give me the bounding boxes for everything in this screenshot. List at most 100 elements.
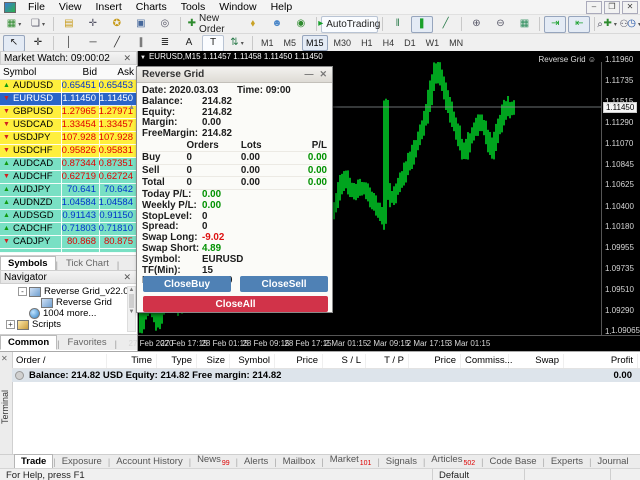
market-watch-row-usdchf[interactable]: ▼ USDCHF 0.95826 0.95831 [0,145,137,158]
horizontal-line-button[interactable]: ─ [82,35,104,52]
data-window-toggle[interactable]: ✛ [82,16,104,33]
navigator-item-1004-more[interactable]: 1004 more... [0,308,137,319]
zoom-in-button[interactable]: ⊕ [465,16,487,33]
autotrading-button[interactable]: ▸ AutoTrading [318,15,380,33]
menu-item-window[interactable]: Window [212,0,263,14]
line-chart-button[interactable]: ╱ [435,16,457,33]
arrows-button[interactable]: ⇅ ▾ [226,35,248,52]
terminal-tab-mailbox[interactable]: Mailbox [277,455,322,468]
new-order-button[interactable]: ✚ New Order [185,13,240,35]
close-sell-button[interactable]: CloseSell [240,276,328,292]
timeframe-w1[interactable]: W1 [422,35,444,51]
vertical-line-button[interactable]: │ [58,35,80,52]
navigator-scrollbar[interactable]: ▲ ▼ [127,286,136,332]
terminal-tab-code-base[interactable]: Code Base [483,455,542,468]
close-buy-button[interactable]: CloseBuy [143,276,231,292]
terminal-close-icon[interactable]: ✕ [1,354,8,363]
collapse-icon[interactable]: - [18,287,27,296]
column-header-symbol[interactable]: Symbol [0,67,62,78]
terminal-tab-journal[interactable]: Journal [591,455,634,468]
terminal-tab-alerts[interactable]: Alerts [238,455,274,468]
terminal-tab-signals[interactable]: Signals [380,455,423,468]
timeframe-m1[interactable]: M1 [257,35,278,51]
market-watch-row-cadchf[interactable]: ▲ CADCHF 0.71803 0.71810 [0,223,137,236]
orders-column-order[interactable]: Order / [12,354,107,368]
orders-column-price[interactable]: Price [409,354,461,368]
label-button[interactable]: T [202,34,224,52]
navigator-close-icon[interactable]: ✕ [121,272,133,283]
market-watch-close-icon[interactable]: ✕ [121,53,133,64]
metaeditor-button[interactable]: ⬧ [242,16,264,33]
menu-item-insert[interactable]: Insert [89,0,129,14]
terminal-tab-news[interactable]: News99 [191,453,236,468]
restore-window-button[interactable]: ❐ [604,1,620,14]
navigator-item-reverse-grid-v22-0[interactable]: - Reverse Grid_v22.0 [0,286,137,297]
fibonacci-button[interactable]: ≣ [154,35,176,52]
market-watch-row-audnzd[interactable]: ▲ AUDNZD 1.04584 1.04584 [0,197,137,210]
orders-column-price[interactable]: Price [275,354,323,368]
tile-windows-button[interactable]: ▦ [513,16,535,33]
orders-column-s-l[interactable]: S / L [323,354,366,368]
candlestick-chart-button[interactable]: ❚ [410,15,433,33]
navigator-item-reverse-grid[interactable]: Reverse Grid [0,297,137,308]
orders-column-swap[interactable]: Swap [509,354,564,368]
dialog-title-bar[interactable]: Reverse Grid — ✕ [137,67,332,83]
market-watch-row-audjpy[interactable]: ▲ AUDJPY 70.641 70.642 [0,184,137,197]
cursor-button[interactable]: ↖ [3,34,25,52]
market-watch-row-cadjpy[interactable]: ▼ CADJPY 80.868 80.875 [0,236,137,249]
market-watch-row-gbpusd[interactable]: ▼ GBPUSD 1.27965 1.27971 [0,106,137,119]
text-button[interactable]: A [178,35,200,52]
mql5-community-button[interactable]: ☻ [266,16,288,33]
orders-column-type[interactable]: Type [157,354,197,368]
navigator-tab-favorites[interactable]: Favorites [60,335,115,350]
dialog-minimize-icon[interactable]: — [304,69,313,80]
terminal-tab-exposure[interactable]: Exposure [56,455,108,468]
profiles-button[interactable]: ❏ ▾ [27,16,49,33]
reverse-grid-dialog[interactable]: Reverse Grid — ✕ Date: 2020.03.03 Time: … [136,66,333,313]
market-watch-row-audchf[interactable]: ▼ AUDCHF 0.62719 0.62724 [0,171,137,184]
dialog-close-icon[interactable]: ✕ [319,69,327,80]
scroll-up-icon[interactable]: ▲ [128,104,135,111]
website-button[interactable]: ◉ [290,16,312,33]
market-watch-row-usdjpy[interactable]: ▼ USDJPY 107.928 107.928 [0,132,137,145]
minimize-window-button[interactable]: – [586,1,602,14]
menu-item-help[interactable]: Help [264,0,300,14]
timeframe-m15[interactable]: M15 [302,35,328,51]
market-watch-row-audusd[interactable]: ▲ AUDUSD 0.65451 0.65453 [0,80,137,93]
price-axis[interactable]: 1.11450 1.11960 1.11735 1.11515 1.11290 1.11… [601,55,640,336]
time-axis[interactable]: 1.09065 27 Feb 2020 27 Feb 17:15 28 Feb 01… [129,326,640,351]
close-window-button[interactable]: ✕ [622,1,638,14]
chart-shift-button[interactable]: ⇤ [568,15,591,33]
terminal-tab-account-history[interactable]: Account History [110,455,189,468]
terminal-toggle[interactable]: ▣ [130,16,152,33]
menu-item-charts[interactable]: Charts [129,0,174,14]
market-watch-tab-symbols[interactable]: Symbols [0,256,56,271]
orders-column-symbol[interactable]: Symbol [230,354,275,368]
timeframe-m5[interactable]: M5 [280,35,301,51]
expand-icon[interactable]: + [6,320,15,329]
bar-chart-button[interactable]: ‖ [387,16,409,33]
terminal-tab-articles[interactable]: Articles502 [425,453,481,468]
terminal-tab-trade[interactable]: Trade [14,454,54,468]
new-chart-button[interactable]: ▦ ▾ [3,16,25,33]
menu-item-tools[interactable]: Tools [174,0,213,14]
market-watch-row-usdcad[interactable]: ▼ USDCAD 1.33454 1.33457 [0,119,137,132]
terminal-tab-market[interactable]: Market101 [324,453,378,468]
chat-button[interactable]: ⚇ [613,16,635,33]
orders-column-commiss[interactable]: Commiss... [461,354,513,368]
timeframe-m30[interactable]: M30 [330,35,356,51]
close-all-button[interactable]: CloseAll [143,296,328,312]
zoom-out-button[interactable]: ⊖ [489,16,511,33]
market-watch-toggle[interactable]: ▤ [58,16,80,33]
market-watch-tab-tick-chart[interactable]: Tick Chart [58,256,117,271]
market-watch-row-audcad[interactable]: ▲ AUDCAD 0.87344 0.87351 [0,158,137,171]
search-button[interactable]: ⌕ [589,16,611,33]
column-header-bid[interactable]: Bid [62,67,100,78]
orders-column-t-p[interactable]: T / P [366,354,409,368]
menu-item-view[interactable]: View [52,0,89,14]
navigator-item-scripts[interactable]: + Scripts [0,319,137,330]
timeframe-d1[interactable]: D1 [400,35,420,51]
navigator-toggle[interactable]: ✪ [106,16,128,33]
orders-column-time[interactable]: Time [107,354,157,368]
channel-button[interactable]: ∥ [130,35,152,52]
